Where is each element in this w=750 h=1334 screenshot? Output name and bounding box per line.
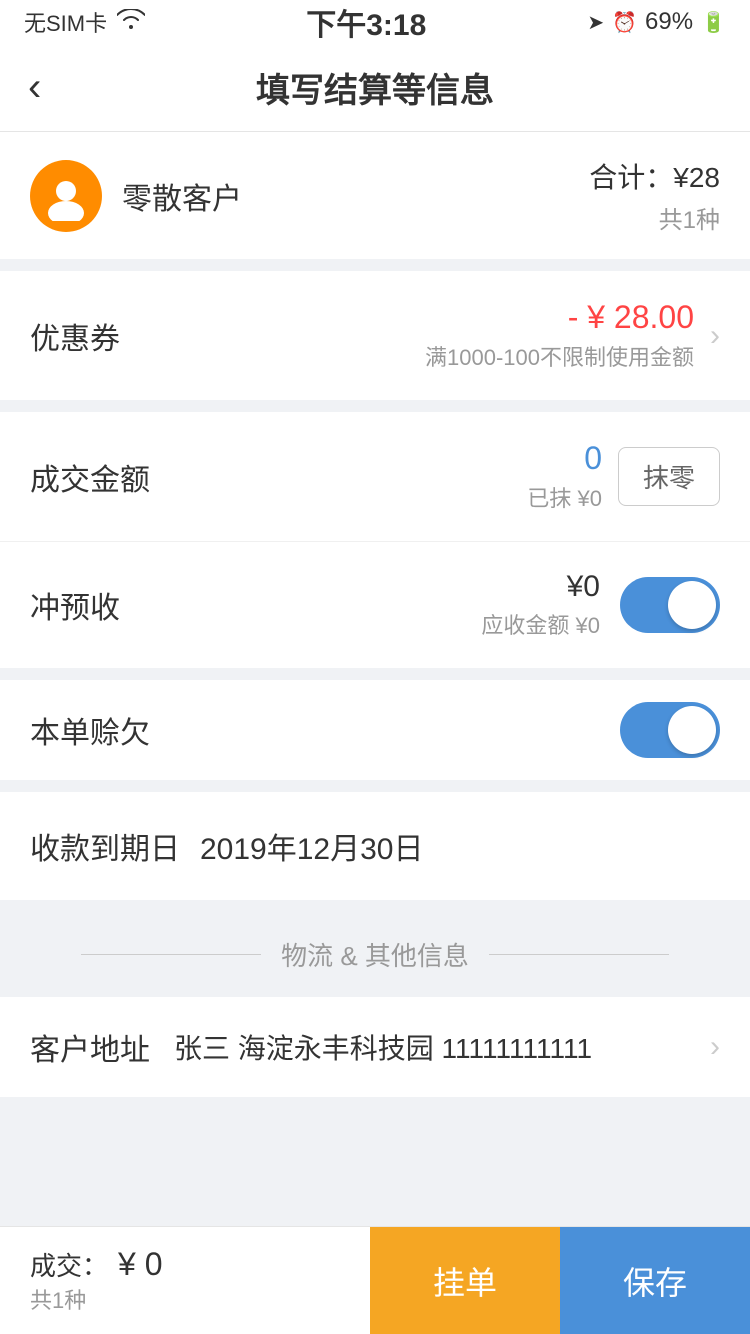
address-label: 客户地址 (30, 1025, 150, 1069)
coupon-value: - ¥ 28.00 (425, 299, 694, 336)
hold-button[interactable]: 挂单 (370, 1227, 560, 1334)
back-button[interactable]: ‹ (28, 65, 41, 110)
address-chevron-icon: › (710, 1030, 720, 1064)
due-date-section: 收款到期日 2019年12月30日 (0, 792, 750, 900)
status-right: ➤ ⏰ 69% 🔋 (587, 8, 726, 36)
pre-amount-main: ¥0 (481, 570, 600, 604)
pre-collection-toggle[interactable] (620, 577, 720, 633)
due-date-label: 收款到期日 (30, 824, 180, 868)
bottom-summary-count: 共1种 (30, 1283, 340, 1315)
due-date-row: 收款到期日 2019年12月30日 (0, 792, 750, 900)
address-value: 张三 海淀永丰科技园 11111111111 (174, 1027, 710, 1067)
status-time: 下午3:18 (306, 0, 426, 44)
pre-amount: ¥0 应收金额 ¥0 (481, 570, 600, 640)
status-left: 无SIM卡 (24, 6, 145, 38)
total-count: 共1种 (589, 200, 720, 235)
transaction-section: 成交金额 0 已抹 ¥0 抹零 冲预收 ¥0 应收金额 ¥0 (0, 412, 750, 668)
customer-section: 零散客户 合计：¥28 共1种 (0, 132, 750, 259)
pre-collection-label: 冲预收 (30, 583, 120, 627)
avatar (30, 160, 102, 232)
content: 零散客户 合计：¥28 共1种 优惠券 - ¥ 28.00 满1000-100不… (0, 132, 750, 1229)
customer-left: 零散客户 (30, 160, 242, 232)
transaction-row: 成交金额 0 已抹 ¥0 抹零 (0, 412, 750, 542)
logistics-divider: 物流 & 其他信息 (0, 912, 750, 997)
status-bar: 无SIM卡 下午3:18 ➤ ⏰ 69% 🔋 (0, 0, 750, 44)
divider-line-left (81, 954, 261, 955)
round-off-button[interactable]: 抹零 (618, 447, 720, 506)
pre-collection-row: 冲预收 ¥0 应收金额 ¥0 (0, 542, 750, 668)
bottom-summary-top: 成交： ¥ 0 (30, 1246, 340, 1283)
address-section: 客户地址 张三 海淀永丰科技园 11111111111 › (0, 997, 750, 1097)
coupon-right-text: - ¥ 28.00 满1000-100不限制使用金额 (425, 299, 694, 372)
coupon-desc: 满1000-100不限制使用金额 (425, 340, 694, 372)
due-date-value: 2019年12月30日 (200, 824, 423, 868)
customer-name: 零散客户 (122, 174, 242, 218)
bottom-summary-amount: ¥ 0 (118, 1246, 162, 1283)
credit-toggle[interactable] (620, 702, 720, 758)
divider-line-right (489, 954, 669, 955)
logistics-label: 物流 & 其他信息 (281, 936, 469, 973)
battery-icon: 🔋 (701, 10, 726, 35)
page-title: 填写结算等信息 (256, 63, 494, 112)
credit-label: 本单赊欠 (30, 708, 150, 752)
credit-toggle-knob (668, 706, 716, 754)
alarm-icon: ⏰ (612, 10, 637, 35)
wifi-icon (117, 8, 145, 36)
pre-collection-right: ¥0 应收金额 ¥0 (481, 570, 720, 640)
credit-section: 本单赊欠 (0, 680, 750, 780)
transaction-sub: 已抹 ¥0 (527, 481, 602, 513)
transaction-right-text: 0 已抹 ¥0 (527, 440, 602, 513)
transaction-value: 0 (527, 440, 602, 477)
logistics-divider-inner: 物流 & 其他信息 (0, 936, 750, 973)
address-row[interactable]: 客户地址 张三 海淀永丰科技园 11111111111 › (0, 997, 750, 1097)
bottom-summary: 成交： ¥ 0 共1种 (0, 1246, 370, 1315)
pre-amount-sub: 应收金额 ¥0 (481, 608, 600, 640)
bottom-bar: 成交： ¥ 0 共1种 挂单 保存 (0, 1226, 750, 1334)
location-icon: ➤ (587, 10, 604, 35)
customer-right: 合计：¥28 共1种 (589, 156, 720, 235)
no-sim-label: 无SIM卡 (24, 6, 107, 38)
battery-label: 69% (645, 8, 693, 36)
coupon-row[interactable]: 优惠券 - ¥ 28.00 满1000-100不限制使用金额 › (0, 271, 750, 400)
transaction-label: 成交金额 (30, 455, 150, 499)
save-button[interactable]: 保存 (560, 1227, 750, 1334)
chevron-right-icon: › (710, 319, 720, 353)
total-amount: 合计：¥28 (589, 156, 720, 196)
bottom-summary-label: 成交： (30, 1246, 108, 1283)
coupon-label: 优惠券 (30, 314, 120, 358)
coupon-section: 优惠券 - ¥ 28.00 满1000-100不限制使用金额 › (0, 271, 750, 400)
nav-bar: ‹ 填写结算等信息 (0, 44, 750, 132)
toggle-knob (668, 581, 716, 629)
transaction-right: 0 已抹 ¥0 抹零 (527, 440, 720, 513)
coupon-right: - ¥ 28.00 满1000-100不限制使用金额 › (425, 299, 720, 372)
credit-row: 本单赊欠 (30, 680, 720, 780)
